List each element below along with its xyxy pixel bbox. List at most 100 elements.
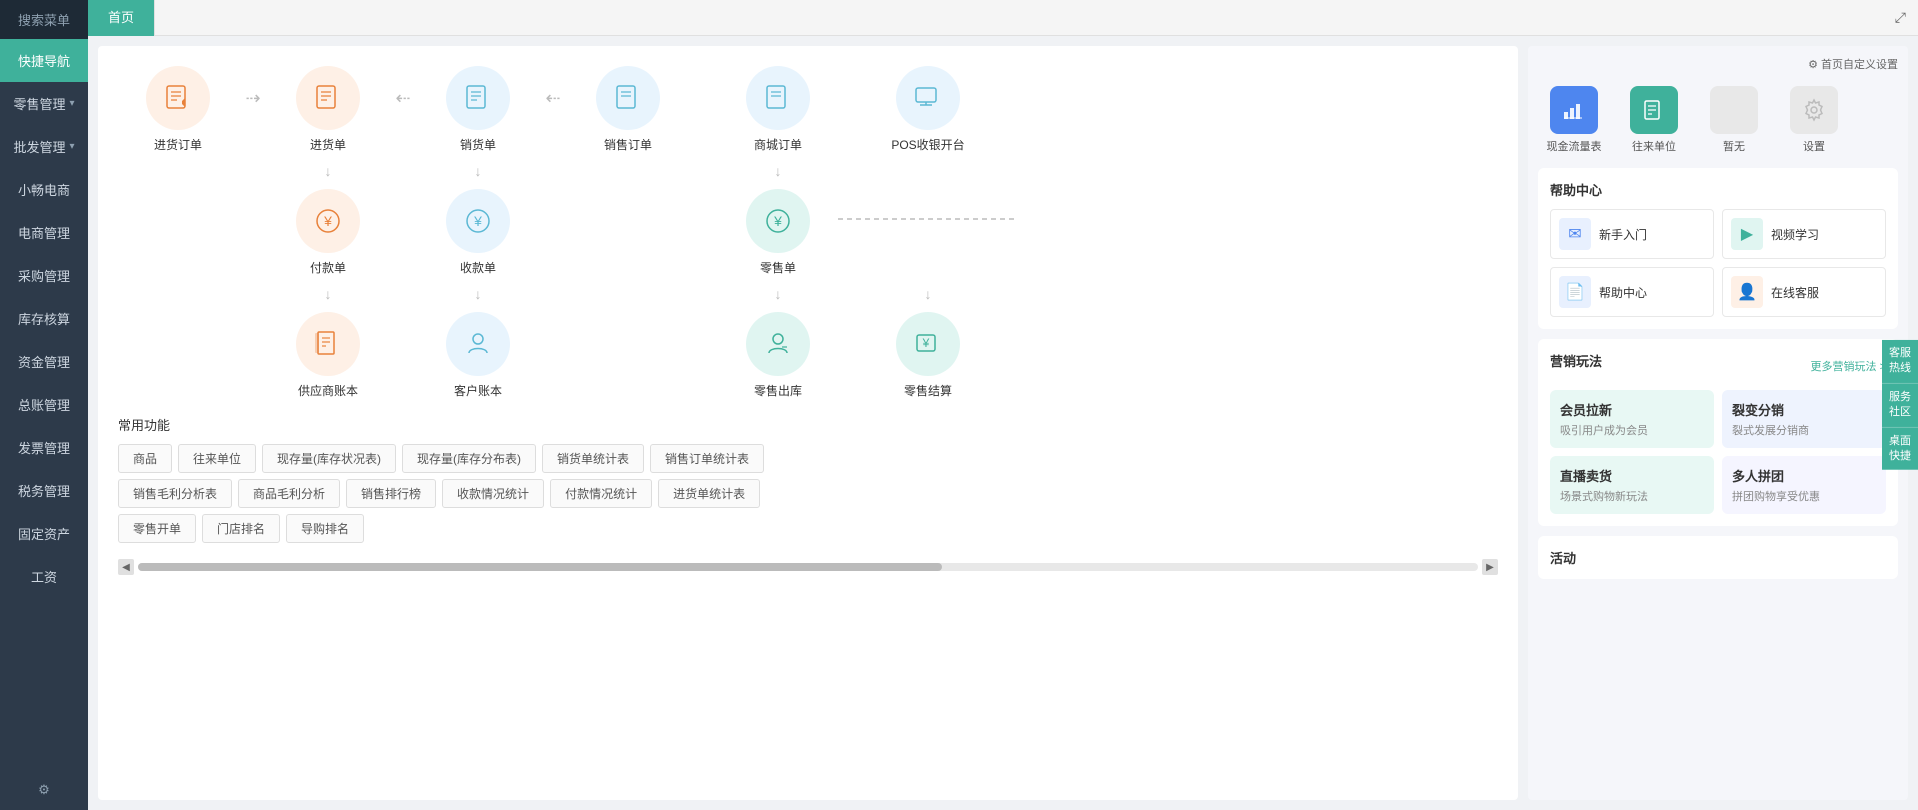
arrow-down-icon: ↓: [775, 286, 782, 302]
marketing-item-group[interactable]: 多人拼团 拼团购物享受优惠: [1722, 456, 1886, 514]
svg-text:¥: ¥: [773, 213, 782, 229]
purchase-bill-icon: [296, 66, 360, 130]
none-icon: [1710, 86, 1758, 134]
func-btn-sales-order-stats[interactable]: 销售订单统计表: [650, 444, 764, 473]
node-label: 供应商账本: [298, 382, 358, 399]
svg-text:¥: ¥: [323, 213, 332, 229]
node-mall-order[interactable]: 商城订单: [718, 66, 838, 153]
svg-text:¥: ¥: [473, 213, 482, 229]
func-btn-sales-rank[interactable]: 销售排行榜: [346, 479, 436, 508]
sidebar-item-retail-mgmt[interactable]: 零售管理 ▾: [0, 82, 88, 125]
sidebar-search[interactable]: 搜索菜单: [0, 0, 88, 39]
float-btn-community[interactable]: 服务社区: [1882, 384, 1918, 428]
node-purchase-order[interactable]: 进货订单: [118, 66, 238, 153]
tab-home[interactable]: 首页: [88, 0, 155, 36]
arrow-left-icon: ⇠: [545, 88, 560, 109]
sidebar-item-label: 快捷导航: [18, 51, 70, 70]
scroll-right-button[interactable]: ▶: [1482, 559, 1498, 575]
help-item-help[interactable]: 📄 帮助中心: [1550, 267, 1714, 317]
marketing-item-member[interactable]: 会员拉新 吸引用户成为会员: [1550, 390, 1714, 448]
func-btn-stock-status[interactable]: 现存量(库存状况表): [262, 444, 396, 473]
member-sub: 吸引用户成为会员: [1560, 422, 1704, 438]
func-btn-goods-gross[interactable]: 商品毛利分析: [238, 479, 340, 508]
icon-cashflow[interactable]: 现金流量表: [1538, 86, 1610, 154]
node-purchase-bill[interactable]: 进货单: [268, 66, 388, 153]
scroll-thumb: [138, 563, 942, 571]
sidebar-item-invoice-mgmt[interactable]: 发票管理: [0, 426, 88, 469]
func-row-2: 销售毛利分析表 商品毛利分析 销售排行榜 收款情况统计 付款情况统计 进货单统计…: [118, 479, 1498, 508]
sidebar-item-ecommerce-light[interactable]: 小畅电商: [0, 168, 88, 211]
sidebar-item-fixed-assets[interactable]: 固定资产: [0, 512, 88, 555]
sales-order-icon: [596, 66, 660, 130]
icon-settings[interactable]: 设置: [1778, 86, 1850, 154]
live-title: 直播卖货: [1560, 466, 1704, 485]
settings-label: 设置: [1803, 138, 1825, 154]
arrow-down-icon: ↓: [925, 286, 932, 302]
func-btn-stock-dist[interactable]: 现存量(库存分布表): [402, 444, 536, 473]
arrow-left-icon: ⇠: [395, 88, 410, 109]
scroll-left-button[interactable]: ◀: [118, 559, 134, 575]
node-retail-settlement[interactable]: ¥ 零售结算: [868, 312, 988, 399]
marketing-more-link[interactable]: 更多营销玩法 >: [1811, 358, 1886, 374]
node-retail-bill[interactable]: ¥ 零售单: [718, 189, 838, 276]
float-btn-desktop[interactable]: 桌面快捷: [1882, 427, 1918, 470]
func-btn-payment-stats[interactable]: 付款情况统计: [550, 479, 652, 508]
expand-button[interactable]: ⤢: [1883, 9, 1918, 26]
node-label: 商城订单: [754, 136, 802, 153]
customer-ledger-icon: [446, 312, 510, 376]
node-retail-outbound[interactable]: 零售出库: [718, 312, 838, 399]
help-item-service[interactable]: 👤 在线客服: [1722, 267, 1886, 317]
sidebar-item-label: 批发管理: [13, 137, 65, 156]
func-btn-guide-rank[interactable]: 导购排名: [286, 514, 364, 543]
func-btn-store-rank[interactable]: 门店排名: [202, 514, 280, 543]
help-item-video[interactable]: ▶ 视频学习: [1722, 209, 1886, 259]
flow-diagram: 进货订单 ⇢ 进货单 ⇠: [118, 66, 1498, 399]
contacts-label: 往来单位: [1632, 138, 1676, 154]
sidebar-item-inventory[interactable]: 库存核算: [0, 297, 88, 340]
sidebar-item-quick-nav[interactable]: 快捷导航: [0, 39, 88, 82]
right-panel: ⚙ 首页自定义设置 现金流量表 往来单位 暂: [1528, 46, 1908, 800]
quick-icon-grid: 现金流量表 往来单位 暂无 设置: [1538, 86, 1898, 154]
sidebar-item-label: 资金管理: [18, 352, 70, 371]
sidebar-settings-icon[interactable]: ⚙: [0, 770, 88, 810]
sidebar: 搜索菜单 快捷导航 零售管理 ▾ 批发管理 ▾ 小畅电商 电商管理 采购管理 库…: [0, 0, 88, 810]
func-btn-sales-stats[interactable]: 销货单统计表: [542, 444, 644, 473]
sidebar-item-tax-mgmt[interactable]: 税务管理: [0, 469, 88, 512]
float-btn-customer-service[interactable]: 客服热线: [1882, 340, 1918, 384]
retail-outbound-icon: [746, 312, 810, 376]
func-btn-retail-order[interactable]: 零售开单: [118, 514, 196, 543]
sidebar-item-general-ledger[interactable]: 总账管理: [0, 383, 88, 426]
sidebar-item-payroll[interactable]: 工资: [0, 555, 88, 598]
marketing-item-live[interactable]: 直播卖货 场景式购物新玩法: [1550, 456, 1714, 514]
node-customer-ledger[interactable]: 客户账本: [418, 312, 538, 399]
node-label: 客户账本: [454, 382, 502, 399]
func-btn-contacts[interactable]: 往来单位: [178, 444, 256, 473]
sidebar-item-capital-mgmt[interactable]: 资金管理: [0, 340, 88, 383]
cashflow-icon: [1550, 86, 1598, 134]
sidebar-item-label: 工资: [31, 567, 57, 586]
help-item-newbie[interactable]: ✉ 新手入门: [1550, 209, 1714, 259]
common-functions: 常用功能 商品 往来单位 现存量(库存状况表) 现存量(库存分布表) 销货单统计…: [118, 415, 1498, 549]
func-btn-receipt-stats[interactable]: 收款情况统计: [442, 479, 544, 508]
node-pos[interactable]: POS收银开台: [868, 66, 988, 153]
func-btn-sales-gross[interactable]: 销售毛利分析表: [118, 479, 232, 508]
newbie-icon: ✉: [1559, 218, 1591, 250]
scroll-track[interactable]: [138, 563, 1478, 571]
node-sales-bill[interactable]: 销货单: [418, 66, 538, 153]
retail-bill-icon: ¥: [746, 189, 810, 253]
sidebar-item-wholesale-mgmt[interactable]: 批发管理 ▾: [0, 125, 88, 168]
func-btn-purchase-stats[interactable]: 进货单统计表: [658, 479, 760, 508]
node-supplier-ledger[interactable]: 供应商账本: [268, 312, 388, 399]
func-btn-goods[interactable]: 商品: [118, 444, 172, 473]
sidebar-item-ecommerce-mgmt[interactable]: 电商管理: [0, 211, 88, 254]
icon-contacts[interactable]: 往来单位: [1618, 86, 1690, 154]
sales-bill-icon: [446, 66, 510, 130]
homepage-settings-link[interactable]: ⚙ 首页自定义设置: [1808, 56, 1898, 72]
node-label: 进货单: [310, 136, 346, 153]
node-sales-order[interactable]: 销售订单: [568, 66, 688, 153]
marketing-item-fission[interactable]: 裂变分销 裂式发展分销商: [1722, 390, 1886, 448]
video-label: 视频学习: [1771, 226, 1819, 243]
sidebar-item-purchase-mgmt[interactable]: 采购管理: [0, 254, 88, 297]
node-payment-bill[interactable]: ¥ 付款单: [268, 189, 388, 276]
node-receipt-bill[interactable]: ¥ 收款单: [418, 189, 538, 276]
